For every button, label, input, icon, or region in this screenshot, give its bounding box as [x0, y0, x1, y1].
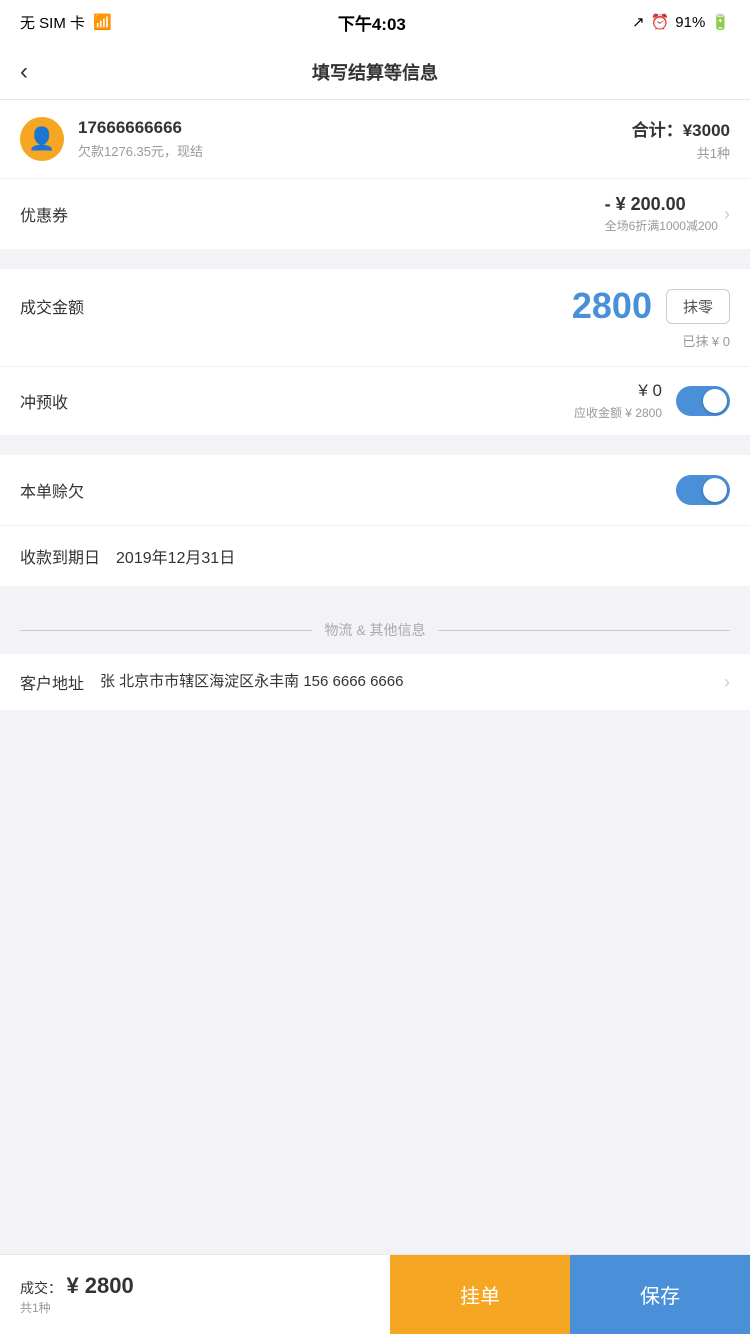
section-divider-3	[0, 596, 750, 606]
user-info-row: 👤 17666666666 欠款1276.35元，现结 合计：¥3000 共1种	[0, 100, 750, 178]
amount-section: 成交金额 2800 抹零 已抹 ¥ 0	[0, 269, 750, 366]
hang-button[interactable]: 挂单	[390, 1255, 570, 1334]
coupon-chevron: ›	[724, 204, 730, 225]
prereceive-toggle[interactable]	[676, 386, 730, 416]
status-bar: 无 SIM 卡 📶 下午4:03 ↗ ⏰ 91% 🔋	[0, 0, 750, 44]
content: 👤 17666666666 欠款1276.35元，现结 合计：¥3000 共1种…	[0, 100, 750, 950]
prereceive-sub: 应收金额 ¥ 2800	[574, 404, 662, 421]
deal-label: 成交：	[20, 1280, 62, 1296]
prereceive-amount-block: ¥ 0 应收金额 ¥ 2800	[574, 381, 662, 421]
due-value: 2019年12月31日	[116, 544, 235, 568]
coupon-label: 优惠券	[20, 202, 68, 226]
section-divider-2	[0, 445, 750, 455]
page-title: 填写结算等信息	[312, 59, 438, 85]
user-phone: 17666666666	[78, 118, 203, 138]
bottom-bar: 成交： ¥ 2800 共1种 挂单 保存	[0, 1254, 750, 1334]
debit-card: 本单赊欠 收款到期日 2019年12月31日	[0, 455, 750, 586]
user-left: 👤 17666666666 欠款1276.35元，现结	[20, 117, 203, 161]
bottom-gray	[0, 720, 750, 860]
due-row: 收款到期日 2019年12月31日	[0, 525, 750, 586]
deal-amount-card: 成交金额 2800 抹零 已抹 ¥ 0 冲预收 ¥ 0 应收金额 ¥ 2800	[0, 269, 750, 435]
total-count: 共1种	[632, 143, 730, 162]
amount-label: 成交金额	[20, 294, 84, 318]
coupon-desc: 全场6折满1000减200	[605, 217, 718, 234]
user-right: 合计：¥3000 共1种	[632, 116, 730, 162]
status-time: 下午4:03	[338, 10, 406, 35]
address-row[interactable]: 客户地址 张 北京市市辖区海淀区永丰南 156 6666 6666 ›	[0, 654, 750, 710]
back-button[interactable]: ‹	[20, 50, 40, 94]
amount-right: 2800 抹零	[572, 285, 730, 327]
round-button[interactable]: 抹零	[666, 289, 730, 324]
save-button[interactable]: 保存	[570, 1255, 750, 1334]
battery-icon: 🔋	[711, 13, 730, 31]
nav-bar: ‹ 填写结算等信息	[0, 44, 750, 100]
prereceive-amount: ¥ 0	[574, 381, 662, 401]
status-right: ↗ ⏰ 91% 🔋	[632, 13, 730, 31]
coupon-right: - ¥ 200.00 全场6折满1000减200 ›	[605, 194, 730, 234]
coupon-right-block: - ¥ 200.00 全场6折满1000减200	[605, 194, 718, 234]
address-label: 客户地址	[20, 670, 90, 694]
deal-count: 共1种	[20, 1299, 370, 1316]
battery-text: 91%	[675, 14, 705, 31]
header-line-left	[20, 630, 312, 631]
deal-row: 成交： ¥ 2800	[20, 1273, 370, 1299]
user-debt: 欠款1276.35元，现结	[78, 141, 203, 160]
wifi-icon: 📶	[93, 13, 112, 31]
bottom-summary: 成交： ¥ 2800 共1种	[0, 1273, 390, 1316]
prereceive-row: 冲预收 ¥ 0 应收金额 ¥ 2800	[0, 366, 750, 435]
alarm-icon: ⏰	[651, 13, 670, 31]
prereceive-label: 冲预收	[20, 389, 68, 413]
bottom-actions: 挂单 保存	[390, 1255, 750, 1334]
user-info: 17666666666 欠款1276.35元，现结	[78, 118, 203, 160]
header-text: 物流 & 其他信息	[324, 620, 425, 640]
coupon-amount: - ¥ 200.00	[605, 194, 718, 215]
due-label: 收款到期日	[20, 544, 100, 568]
amount-row: 成交金额 2800 抹零	[20, 285, 730, 327]
debit-label: 本单赊欠	[20, 478, 84, 502]
debit-toggle[interactable]	[676, 475, 730, 505]
deal-amount: ¥ 2800	[66, 1273, 133, 1298]
avatar: 👤	[20, 117, 64, 161]
prereceive-right: ¥ 0 应收金额 ¥ 2800	[574, 381, 730, 421]
amount-value: 2800	[572, 285, 652, 327]
location-icon: ↗	[632, 13, 645, 31]
status-left: 无 SIM 卡 📶	[20, 12, 112, 33]
section-divider-1	[0, 259, 750, 269]
logistics-header: 物流 & 其他信息	[0, 606, 750, 654]
total-amount: 合计：¥3000	[632, 116, 730, 141]
address-chevron: ›	[724, 672, 730, 693]
header-line-right	[438, 630, 730, 631]
user-card: 👤 17666666666 欠款1276.35元，现结 合计：¥3000 共1种…	[0, 100, 750, 249]
avatar-icon: 👤	[28, 126, 55, 152]
address-value: 张 北京市市辖区海淀区永丰南 156 6666 6666	[100, 671, 714, 694]
coupon-row[interactable]: 优惠券 - ¥ 200.00 全场6折满1000减200 ›	[0, 178, 750, 249]
debit-row: 本单赊欠	[0, 455, 750, 525]
amount-sub: 已抹 ¥ 0	[20, 331, 730, 350]
no-sim-text: 无 SIM 卡	[20, 12, 85, 33]
